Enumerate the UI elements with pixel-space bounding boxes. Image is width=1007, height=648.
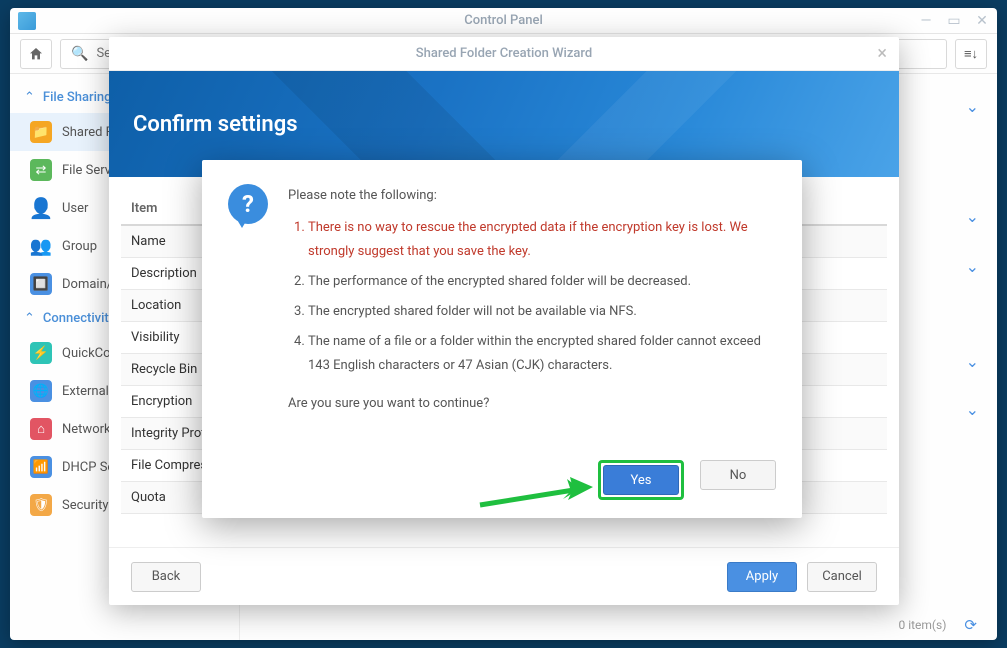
network-icon: ⌂ <box>30 418 52 440</box>
yes-highlight-box: Yes <box>598 460 684 500</box>
titlebar: Control Panel — ▭ ✕ <box>10 8 997 34</box>
wizard-title: Shared Folder Creation Wizard <box>416 46 592 61</box>
confirm-text: Please note the following: There is no w… <box>288 184 776 416</box>
quickconnect-icon: ⚡ <box>30 342 52 364</box>
no-button[interactable]: No <box>700 460 776 490</box>
chevron-down-icon: ⌄ <box>966 257 979 276</box>
cancel-button[interactable]: Cancel <box>807 562 877 592</box>
section-label: Connectivity <box>43 311 115 326</box>
refresh-button[interactable]: ⟳ <box>964 616 977 634</box>
dhcp-icon: 📶 <box>30 456 52 478</box>
confirm-item: The encrypted shared folder will not be … <box>308 300 776 324</box>
window-title: Control Panel <box>464 13 543 28</box>
confirm-dialog: ? Please note the following: There is no… <box>202 160 802 518</box>
banner-title: Confirm settings <box>133 112 298 137</box>
wizard-titlebar: Shared Folder Creation Wizard × <box>109 37 899 71</box>
group-icon: 👥 <box>30 235 52 257</box>
back-button[interactable]: Back <box>131 562 201 592</box>
file-services-icon: ⇄ <box>30 159 52 181</box>
sort-button[interactable]: ≡↓ <box>955 39 987 69</box>
confirm-intro: Please note the following: <box>288 184 776 208</box>
home-button[interactable] <box>20 39 52 69</box>
sidebar-item-label: Network <box>62 422 111 437</box>
yes-button[interactable]: Yes <box>603 465 679 495</box>
confirm-content: ? Please note the following: There is no… <box>228 184 776 416</box>
confirm-question: Are you sure you want to continue? <box>288 392 776 416</box>
sidebar-item-label: User <box>62 201 88 216</box>
section-label: File Sharing <box>43 90 112 105</box>
sidebar-item-label: Security <box>62 498 109 513</box>
sidebar-item-label: Group <box>62 239 97 254</box>
confirm-item: The performance of the encrypted shared … <box>308 270 776 294</box>
close-button[interactable]: ✕ <box>975 14 989 28</box>
search-icon: 🔍 <box>71 46 88 62</box>
shared-folder-icon: 📁 <box>30 121 52 143</box>
domain-icon: 🔲 <box>30 273 52 295</box>
confirm-list: There is no way to rescue the encrypted … <box>308 216 776 378</box>
annotation-arrow <box>475 475 605 515</box>
chevron-down-icon: ⌄ <box>966 400 979 419</box>
app-icon <box>18 12 36 30</box>
wizard-close-button[interactable]: × <box>877 43 887 64</box>
question-icon: ? <box>228 184 268 224</box>
globe-icon: 🌐 <box>30 380 52 402</box>
window-controls: — ▭ ✕ <box>919 14 989 28</box>
chevron-up-icon: ⌃ <box>24 311 35 326</box>
user-icon: 👤 <box>30 197 52 219</box>
chevron-down-icon: ⌄ <box>966 97 979 116</box>
home-icon <box>28 46 44 62</box>
items-count: 0 item(s) <box>898 618 946 632</box>
minimize-button[interactable]: — <box>919 14 933 28</box>
chevron-down-icon: ⌄ <box>966 352 979 371</box>
shield-icon: 🛡 <box>30 494 52 516</box>
status-bar: 0 item(s) ⟳ <box>898 616 977 634</box>
chevron-down-icon: ⌄ <box>966 207 979 226</box>
maximize-button[interactable]: ▭ <box>947 14 961 28</box>
wizard-footer: Back Apply Cancel <box>109 547 899 605</box>
chevron-up-icon: ⌃ <box>24 90 35 105</box>
confirm-item-warning: There is no way to rescue the encrypted … <box>308 216 776 264</box>
apply-button[interactable]: Apply <box>727 562 797 592</box>
confirm-item: The name of a file or a folder within th… <box>308 330 776 378</box>
